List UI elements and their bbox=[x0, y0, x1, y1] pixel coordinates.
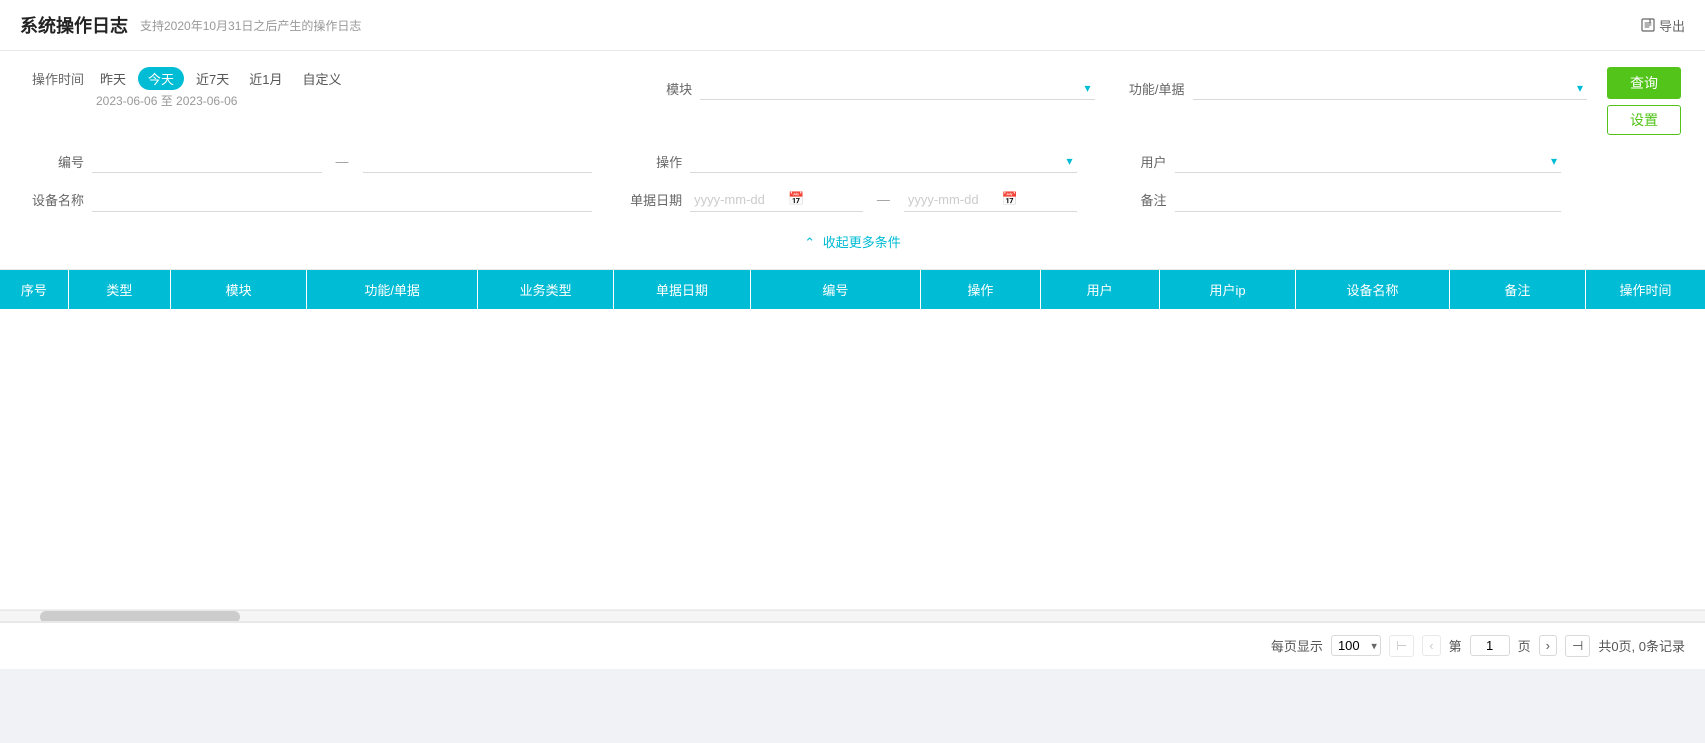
remark-label: 备注 bbox=[1107, 190, 1167, 209]
th-remark: 备注 bbox=[1449, 270, 1585, 309]
data-table: 序号 类型 模块 功能/单据 业务类型 单据日期 编号 操作 用户 用户ip 设… bbox=[0, 270, 1705, 610]
table-body bbox=[0, 309, 1705, 609]
th-date: 单据日期 bbox=[614, 270, 750, 309]
filter-row-3: 设备名称 单据日期 📅 — 📅 备注 bbox=[24, 187, 1681, 212]
voucher-date-label: 单据日期 bbox=[622, 190, 682, 209]
filter-user: 用户 ▾ bbox=[1107, 149, 1561, 173]
user-label: 用户 bbox=[1107, 152, 1167, 171]
filter-panel: 操作时间 昨天 今天 近7天 近1月 自定义 2023-06-06 至 2023… bbox=[0, 51, 1705, 270]
filter-module: 模块 ▾ bbox=[632, 76, 1094, 100]
table-header: 序号 类型 模块 功能/单据 业务类型 单据日期 编号 操作 用户 用户ip 设… bbox=[0, 270, 1705, 309]
th-num: 编号 bbox=[750, 270, 921, 309]
filter-remark: 备注 bbox=[1107, 188, 1561, 212]
action-buttons: 查询 设置 bbox=[1607, 67, 1681, 135]
last1month-btn[interactable]: 近1月 bbox=[241, 67, 290, 90]
date-range-display: 2023-06-06 至 2023-06-06 bbox=[24, 92, 237, 109]
th-optime: 操作时间 bbox=[1586, 270, 1705, 309]
date-input-start-wrapper: 📅 bbox=[690, 187, 863, 212]
operation-time-label: 操作时间 bbox=[24, 69, 84, 88]
date-input-end-wrapper: 📅 bbox=[904, 187, 1077, 212]
page-header: 系统操作日志 支持2020年10月31日之后产生的操作日志 导出 bbox=[0, 0, 1705, 51]
operation-label: 操作 bbox=[622, 152, 682, 171]
func-label: 功能/单据 bbox=[1125, 79, 1185, 98]
date-range-text: 2023-06-06 至 2023-06-06 bbox=[96, 94, 237, 108]
first-page-btn[interactable]: ⊢ bbox=[1389, 635, 1414, 657]
page-label: 第 bbox=[1449, 636, 1462, 655]
th-op: 操作 bbox=[921, 270, 1040, 309]
filter-main: 操作时间 昨天 今天 近7天 近1月 自定义 2023-06-06 至 2023… bbox=[24, 67, 1587, 109]
header-left: 系统操作日志 支持2020年10月31日之后产生的操作日志 bbox=[20, 12, 361, 38]
settings-button[interactable]: 设置 bbox=[1607, 105, 1681, 135]
scrollbar-thumb[interactable] bbox=[40, 611, 240, 622]
th-ip: 用户ip bbox=[1159, 270, 1295, 309]
last7-btn[interactable]: 近7天 bbox=[188, 67, 237, 90]
export-icon bbox=[1641, 18, 1655, 32]
user-select[interactable] bbox=[1175, 149, 1561, 173]
date-dash: — bbox=[871, 192, 896, 207]
operation-select-wrapper: ▾ bbox=[690, 149, 1076, 173]
page-size-select[interactable]: 100 10 20 50 200 bbox=[1331, 635, 1381, 656]
export-button[interactable]: 导出 bbox=[1641, 16, 1685, 35]
per-page-label: 每页显示 bbox=[1271, 636, 1323, 655]
time-filter-row: 操作时间 昨天 今天 近7天 近1月 自定义 bbox=[24, 67, 350, 90]
device-name-label: 设备名称 bbox=[24, 190, 84, 209]
page-number-input[interactable] bbox=[1470, 635, 1510, 656]
time-buttons: 昨天 今天 近7天 近1月 自定义 bbox=[92, 67, 350, 90]
operation-select[interactable] bbox=[690, 149, 1076, 173]
th-module: 模块 bbox=[170, 270, 306, 309]
device-name-input[interactable] bbox=[92, 188, 592, 212]
page-subtitle: 支持2020年10月31日之后产生的操作日志 bbox=[140, 17, 361, 34]
filter-operation-time: 操作时间 昨天 今天 近7天 近1月 自定义 2023-06-06 至 2023… bbox=[24, 67, 602, 109]
query-button[interactable]: 查询 bbox=[1607, 67, 1681, 99]
filter-func: 功能/单据 ▾ bbox=[1125, 76, 1587, 100]
collapse-label: 收起更多条件 bbox=[823, 235, 901, 250]
empty-row bbox=[0, 309, 1705, 609]
scrollbar-track[interactable] bbox=[0, 610, 1705, 622]
empty-area bbox=[0, 309, 1705, 609]
calendar-end-icon[interactable]: 📅 bbox=[1002, 191, 1018, 207]
table-header-row: 序号 类型 模块 功能/单据 业务类型 单据日期 编号 操作 用户 用户ip 设… bbox=[0, 270, 1705, 309]
remark-input[interactable] bbox=[1175, 188, 1561, 212]
th-type: 类型 bbox=[68, 270, 170, 309]
last-page-btn[interactable]: ⊣ bbox=[1565, 635, 1590, 657]
module-select-wrapper: ▾ bbox=[700, 76, 1094, 100]
func-select-wrapper: ▾ bbox=[1193, 76, 1587, 100]
filter-voucher-date: 单据日期 📅 — 📅 bbox=[622, 187, 1076, 212]
calendar-start-icon[interactable]: 📅 bbox=[788, 191, 804, 207]
th-biz: 业务类型 bbox=[477, 270, 613, 309]
filter-operation: 操作 ▾ bbox=[622, 149, 1076, 173]
page-suffix: 页 bbox=[1518, 636, 1531, 655]
next-page-btn[interactable]: › bbox=[1539, 635, 1557, 656]
number-input-start[interactable] bbox=[92, 149, 322, 173]
custom-btn[interactable]: 自定义 bbox=[295, 67, 350, 90]
filter-row-1: 操作时间 昨天 今天 近7天 近1月 自定义 2023-06-06 至 2023… bbox=[24, 67, 1681, 135]
collapse-bar[interactable]: ⌃ 收起更多条件 bbox=[24, 226, 1681, 261]
filter-number: 编号 — bbox=[24, 149, 592, 173]
module-label: 模块 bbox=[632, 79, 692, 98]
voucher-date-start[interactable] bbox=[694, 192, 784, 207]
table-container: 序号 类型 模块 功能/单据 业务类型 单据日期 编号 操作 用户 用户ip 设… bbox=[0, 270, 1705, 610]
pagination-bar: 每页显示 100 10 20 50 200 ▾ ⊢ ‹ 第 页 › ⊣ 共0页,… bbox=[0, 622, 1705, 669]
page-title: 系统操作日志 bbox=[20, 12, 128, 38]
yesterday-btn[interactable]: 昨天 bbox=[92, 67, 134, 90]
filter-row-2: 编号 — 操作 ▾ 用户 ▾ bbox=[24, 149, 1681, 173]
th-seq: 序号 bbox=[0, 270, 68, 309]
number-label: 编号 bbox=[24, 152, 84, 171]
th-user: 用户 bbox=[1040, 270, 1159, 309]
func-select[interactable] bbox=[1193, 76, 1587, 100]
total-label: 共0页, 0条记录 bbox=[1598, 636, 1685, 655]
th-func: 功能/单据 bbox=[307, 270, 478, 309]
export-label: 导出 bbox=[1659, 16, 1685, 35]
module-select[interactable] bbox=[700, 76, 1094, 100]
user-select-wrapper: ▾ bbox=[1175, 149, 1561, 173]
voucher-date-end[interactable] bbox=[908, 192, 998, 207]
today-btn[interactable]: 今天 bbox=[138, 67, 184, 90]
th-device: 设备名称 bbox=[1296, 270, 1449, 309]
collapse-chevron-icon: ⌃ bbox=[804, 235, 815, 250]
prev-page-btn[interactable]: ‹ bbox=[1422, 635, 1440, 656]
filter-device-name: 设备名称 bbox=[24, 188, 592, 212]
number-dash: — bbox=[330, 154, 355, 169]
page-size-wrapper: 100 10 20 50 200 ▾ bbox=[1331, 635, 1381, 656]
number-input-end[interactable] bbox=[363, 149, 593, 173]
